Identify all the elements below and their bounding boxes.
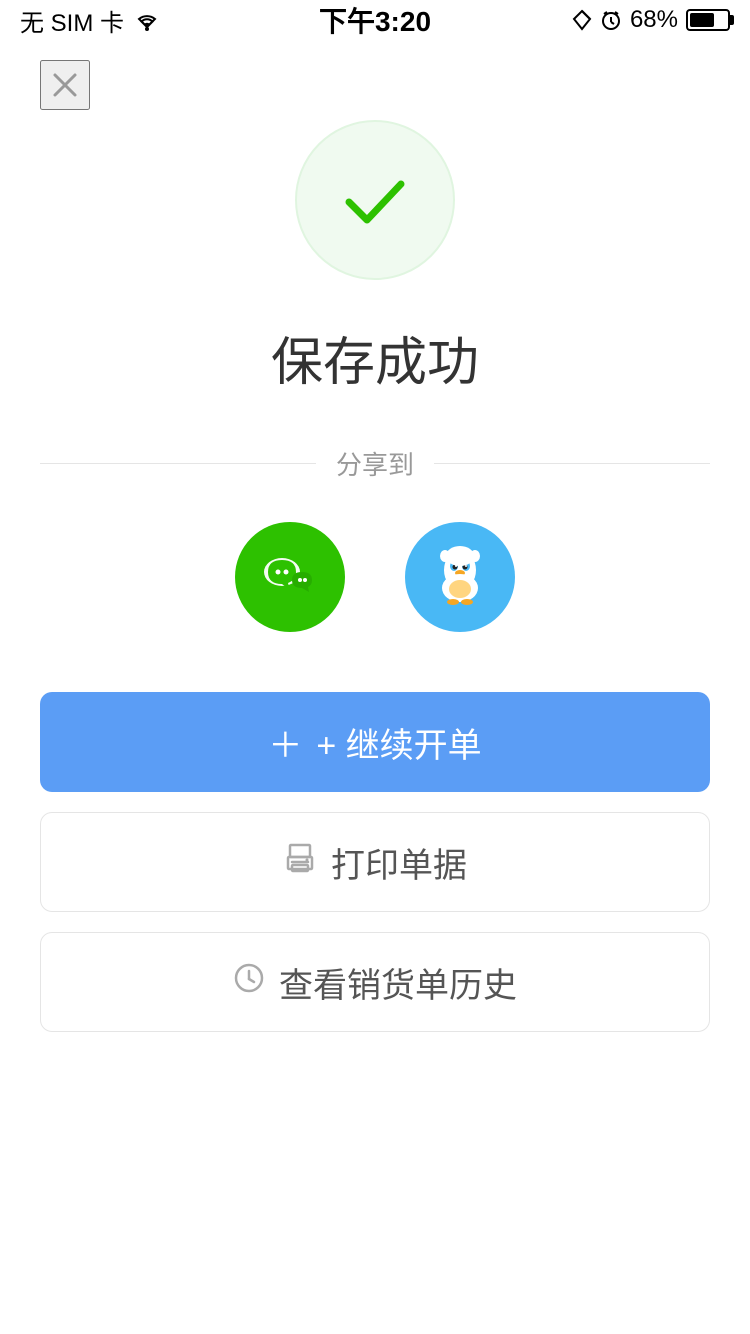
- history-label: 查看销货单历史: [279, 958, 517, 1007]
- close-button[interactable]: [40, 60, 90, 110]
- wechat-icon: [258, 550, 323, 605]
- main-content: 保存成功 分享到: [0, 40, 750, 1334]
- printer-icon: [283, 843, 317, 881]
- status-time: 下午3:20: [319, 0, 431, 40]
- status-bar: 无 SIM 卡 下午3:20 68%: [0, 0, 750, 40]
- sim-status: 无 SIM 卡: [20, 3, 124, 38]
- print-button[interactable]: 打印单据: [40, 812, 710, 912]
- continue-label: + 继续开单: [316, 718, 481, 767]
- print-label: 打印单据: [331, 838, 467, 887]
- qq-share-button[interactable]: [405, 522, 515, 632]
- battery-percent: 68%: [630, 6, 678, 34]
- share-icons: [235, 522, 515, 632]
- checkmark-icon: [335, 160, 415, 240]
- success-title: 保存成功: [271, 320, 479, 395]
- status-left: 无 SIM 卡: [20, 3, 162, 38]
- continue-button[interactable]: ＋ + 继续开单: [40, 692, 710, 792]
- divider-left: [40, 463, 316, 464]
- clock-icon: [233, 962, 265, 1002]
- history-button[interactable]: 查看销货单历史: [40, 932, 710, 1032]
- wechat-share-button[interactable]: [235, 522, 345, 632]
- share-divider: 分享到: [40, 445, 710, 482]
- battery-icon: [686, 9, 730, 31]
- action-buttons: ＋ + 继续开单 打印单据: [40, 692, 710, 1032]
- qq-icon: [428, 542, 493, 612]
- alarm-icon: [600, 9, 622, 31]
- wifi-icon: [132, 9, 162, 31]
- close-icon: [47, 67, 83, 103]
- location-icon: [572, 9, 592, 31]
- success-circle: [295, 120, 455, 280]
- divider-right: [434, 463, 710, 464]
- share-label: 分享到: [336, 445, 414, 482]
- plus-icon: ＋: [268, 718, 302, 767]
- status-right: 68%: [572, 6, 730, 34]
